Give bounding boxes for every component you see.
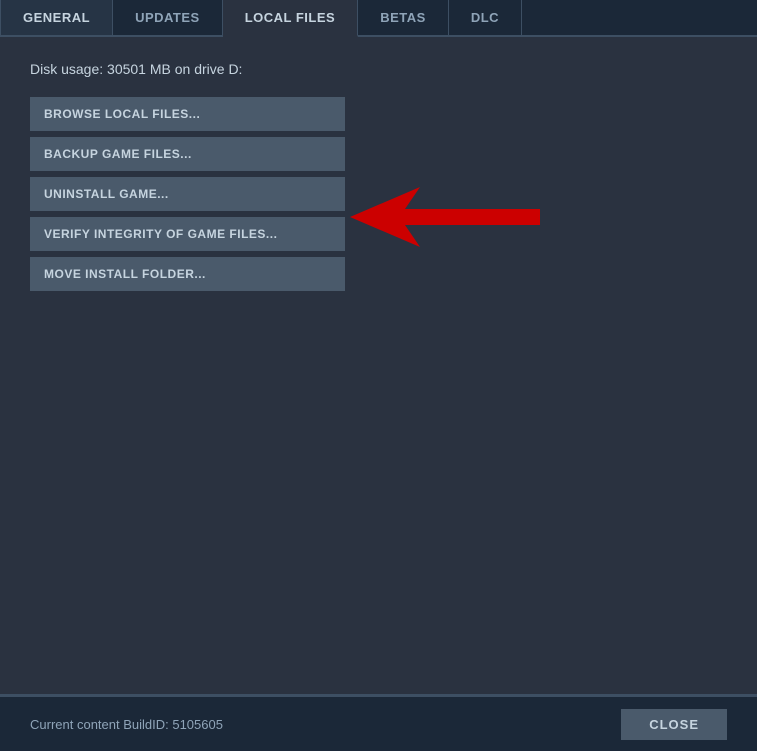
browse-local-files-button[interactable]: BROWSE LOCAL FILES... (30, 97, 345, 131)
bottom-bar: Current content BuildID: 5105605 CLOSE (0, 696, 757, 751)
tab-dlc[interactable]: DLC (449, 0, 522, 35)
tab-updates[interactable]: UPDATES (113, 0, 223, 35)
disk-usage-label: Disk usage: 30501 MB on drive D: (30, 61, 727, 77)
tab-bar: GENERAL UPDATES LOCAL FILES BETAS DLC (0, 0, 757, 37)
build-id-label: Current content BuildID: 5105605 (30, 717, 223, 732)
tab-betas[interactable]: BETAS (358, 0, 449, 35)
steam-properties-window: GENERAL UPDATES LOCAL FILES BETAS DLC Di… (0, 0, 757, 751)
verify-integrity-button[interactable]: VERIFY INTEGRITY OF GAME FILES... (30, 217, 345, 251)
tab-general[interactable]: GENERAL (0, 0, 113, 35)
backup-game-files-button[interactable]: BACKUP GAME FILES... (30, 137, 345, 171)
close-button[interactable]: CLOSE (621, 709, 727, 740)
uninstall-game-button[interactable]: UNINSTALL GAME... (30, 177, 345, 211)
tab-local-files[interactable]: LOCAL FILES (223, 0, 358, 37)
action-buttons-area: BROWSE LOCAL FILES... BACKUP GAME FILES.… (30, 97, 727, 291)
main-content: Disk usage: 30501 MB on drive D: BROWSE … (0, 37, 757, 694)
move-install-folder-button[interactable]: MOVE INSTALL FOLDER... (30, 257, 345, 291)
arrow-annotation (340, 177, 560, 257)
